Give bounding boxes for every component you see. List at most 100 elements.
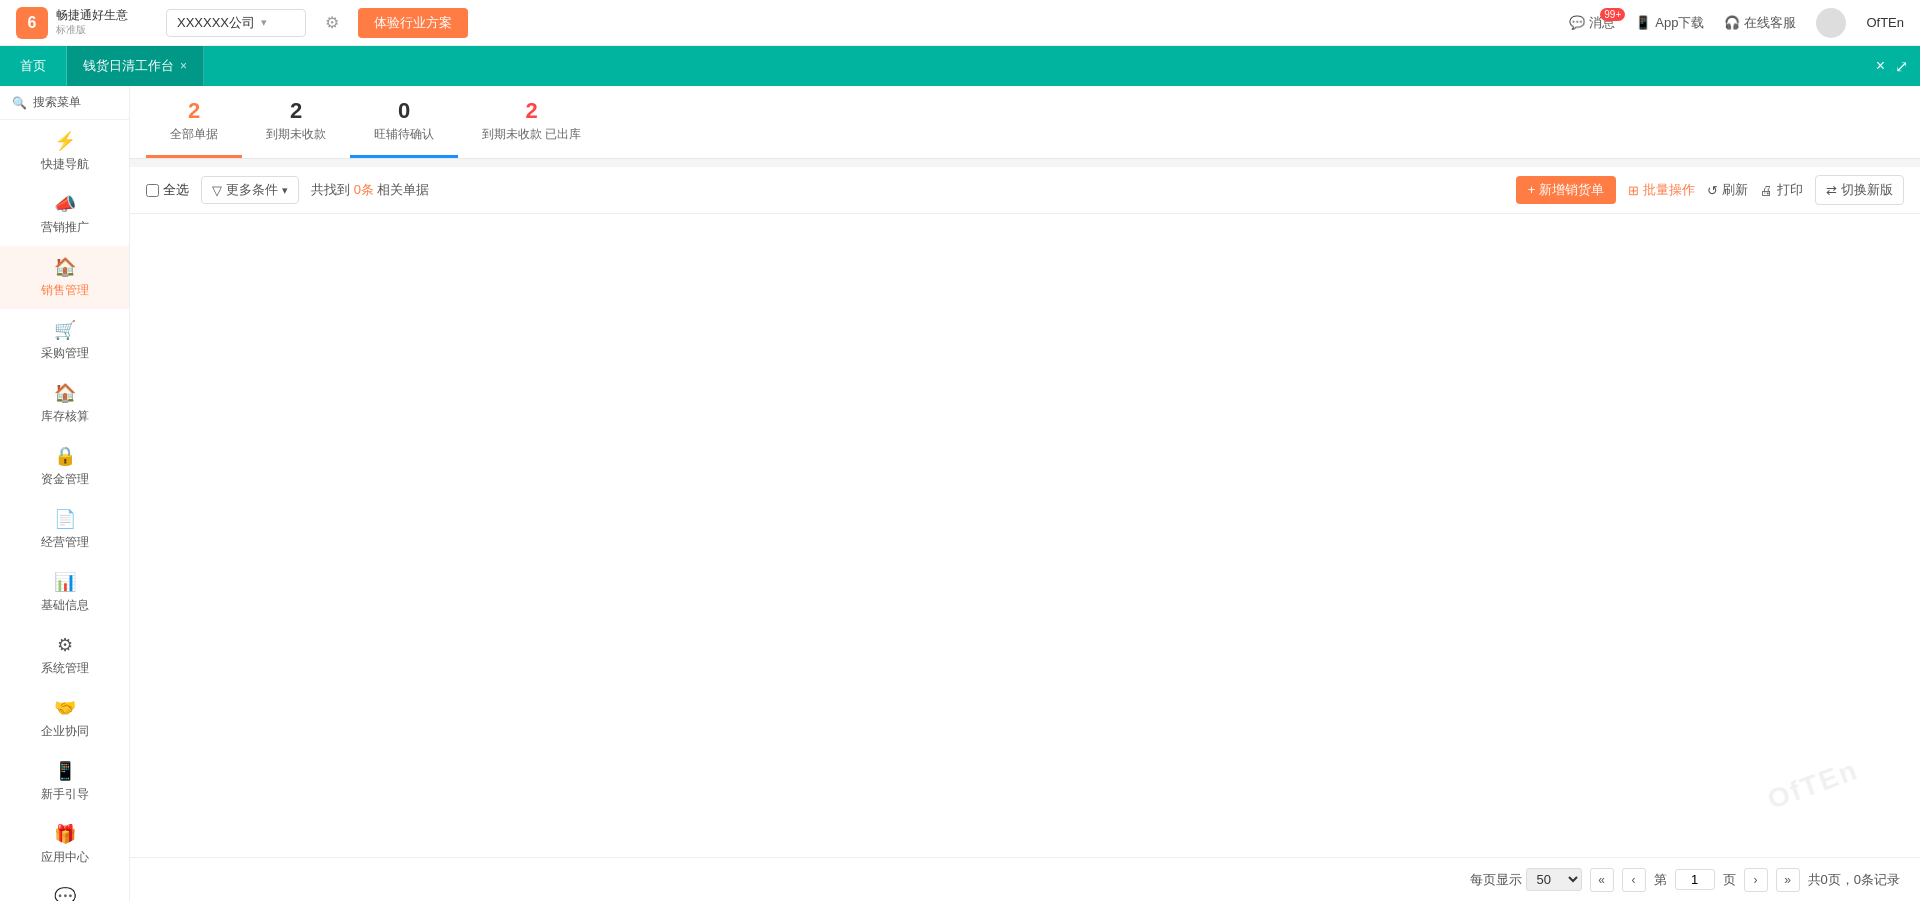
print-icon: 🖨 [1760,183,1773,198]
found-suffix: 相关单据 [377,182,429,197]
batch-action-btn[interactable]: ⊞ 批量操作 [1628,181,1695,199]
stats-label-wangwang: 旺辅待确认 [374,126,434,143]
next-page-button[interactable]: › [1744,868,1768,892]
experience-button[interactable]: 体验行业方案 [358,8,468,38]
main-layout: 🔍 搜索菜单 ⚡ 快捷导航 📣 营销推广 🏠 销售管理 🛒 采购管理 🏠 库存核… [0,86,1920,901]
total-label: 共0页，0条记录 [1808,871,1900,889]
select-all-checkbox[interactable] [146,184,159,197]
app-sub: 标准版 [56,23,128,37]
switch-icon: ⇄ [1826,183,1837,198]
app-download-action[interactable]: 📱 App下载 [1635,14,1704,32]
batch-label: 批量操作 [1643,181,1695,199]
toolbar: 全选 ▽ 更多条件 ▾ 共找到 0条 相关单据 + 新增销货单 ⊞ 批量操作 [130,167,1920,214]
sidebar-item-sales[interactable]: 🏠 销售管理 [0,246,129,309]
stats-tab-overdue-out[interactable]: 2 到期未收款 已出库 [458,86,605,158]
operations-icon: 📄 [54,508,76,530]
refresh-label: 刷新 [1722,181,1748,199]
sidebar-item-label: 企业协同 [41,723,89,740]
stats-num-overdue-out: 2 [482,98,581,124]
sidebar-item-label: 营销推广 [41,219,89,236]
new-sales-button[interactable]: + 新增销货单 [1516,176,1616,204]
sidebar-search[interactable]: 🔍 搜索菜单 [0,86,129,120]
marketing-icon: 📣 [54,193,76,215]
stats-tabs: 2 全部单据 2 到期未收款 0 旺辅待确认 2 到期未收款 已出库 [130,86,1920,159]
refresh-btn[interactable]: ↺ 刷新 [1707,181,1748,199]
stats-label-overdue: 到期未收款 [266,126,326,143]
sidebar-item-operations[interactable]: 📄 经营管理 [0,498,129,561]
print-btn[interactable]: 🖨 打印 [1760,181,1803,199]
sidebar-item-label: 采购管理 [41,345,89,362]
per-page-select[interactable]: 50 100 200 [1526,868,1582,891]
filter-chevron-icon: ▾ [282,184,288,197]
found-prefix: 共找到 [311,182,350,197]
finance-icon: 🔒 [54,445,76,467]
logo-area: 6 畅捷通好生意 标准版 [16,7,146,39]
sidebar-item-guide[interactable]: 📱 新手引导 [0,750,129,813]
found-text: 共找到 0条 相关单据 [311,181,429,199]
batch-icon: ⊞ [1628,183,1639,198]
prev-page-button[interactable]: ‹ [1622,868,1646,892]
appstore-icon: 🎁 [54,823,76,845]
message-icon: 💬 [1569,15,1585,30]
company-selector[interactable]: XXXXXX公司 ▾ [166,9,306,37]
sidebar-item-label: 经营管理 [41,534,89,551]
found-num: 0条 [354,182,374,197]
avatar[interactable] [1816,8,1846,38]
sidebar-item-label: 新手引导 [41,786,89,803]
sidebar-item-purchase[interactable]: 🛒 采购管理 [0,309,129,372]
chevron-down-icon: ▾ [261,16,267,29]
filter-button[interactable]: ▽ 更多条件 ▾ [201,176,299,204]
select-all-label[interactable]: 全选 [146,181,189,199]
page-size-area: 每页显示 50 100 200 [1470,868,1582,891]
search-icon: 🔍 [12,96,27,110]
filter-btn-label: 更多条件 [226,181,278,199]
sidebar-item-basic[interactable]: 📊 基础信息 [0,561,129,624]
sidebar-item-label: 应用中心 [41,849,89,866]
online-service-label: 在线客服 [1744,14,1796,32]
online-service-action[interactable]: 🎧 在线客服 [1724,14,1796,32]
last-page-button[interactable]: » [1776,868,1800,892]
first-page-button[interactable]: « [1590,868,1614,892]
guide-icon: 📱 [54,760,76,782]
page-number-input[interactable] [1675,869,1715,890]
quick-nav-icon: ⚡ [54,130,76,152]
sidebar-item-system[interactable]: ⚙ 系统管理 [0,624,129,687]
switch-version-button[interactable]: ⇄ 切换新版 [1815,175,1904,205]
tab-bar-actions: × ⤢ [1876,46,1920,86]
select-all-text: 全选 [163,181,189,199]
sidebar-item-wechat[interactable]: 💬 企业微信 [0,876,129,901]
sidebar: 🔍 搜索菜单 ⚡ 快捷导航 📣 营销推广 🏠 销售管理 🛒 采购管理 🏠 库存核… [0,86,130,901]
toolbar-right: + 新增销货单 ⊞ 批量操作 ↺ 刷新 🖨 打印 ⇄ 切换新版 [1516,175,1904,205]
settings-icon[interactable]: ⚙ [318,9,346,37]
stats-label-all: 全部单据 [170,126,218,143]
sidebar-item-label: 库存核算 [41,408,89,425]
print-label: 打印 [1777,181,1803,199]
sidebar-item-label: 基础信息 [41,597,89,614]
sidebar-item-marketing[interactable]: 📣 营销推广 [0,183,129,246]
tab-close-icon[interactable]: × [180,59,187,73]
tab-maximize-icon[interactable]: ⤢ [1895,57,1908,76]
page-label: 第 [1654,871,1667,889]
stats-tab-all[interactable]: 2 全部单据 [146,86,242,158]
per-page-label: 每页显示 [1470,871,1522,889]
message-action[interactable]: 💬 消息 99+ [1569,14,1615,32]
tab-minimize-icon[interactable]: × [1876,57,1885,75]
sidebar-item-finance[interactable]: 🔒 资金管理 [0,435,129,498]
sidebar-item-cooperation[interactable]: 🤝 企业协同 [0,687,129,750]
page-suffix: 页 [1723,871,1736,889]
app-name: 畅捷通好生意 [56,8,128,24]
sidebar-item-quick-nav[interactable]: ⚡ 快捷导航 [0,120,129,183]
avatar-name[interactable]: OfTEn [1866,15,1904,30]
service-icon: 🎧 [1724,15,1740,30]
pagination: 每页显示 50 100 200 « ‹ 第 页 › » 共0页，0条记录 [130,857,1920,901]
tab-home[interactable]: 首页 [0,46,67,86]
switch-label: 切换新版 [1841,181,1893,199]
sidebar-item-label: 快捷导航 [41,156,89,173]
sidebar-search-label: 搜索菜单 [33,94,81,111]
stats-num-all: 2 [170,98,218,124]
sidebar-item-appstore[interactable]: 🎁 应用中心 [0,813,129,876]
stats-tab-wangwang[interactable]: 0 旺辅待确认 [350,86,458,158]
sidebar-item-inventory[interactable]: 🏠 库存核算 [0,372,129,435]
stats-tab-overdue[interactable]: 2 到期未收款 [242,86,350,158]
tab-workbench[interactable]: 钱货日清工作台 × [67,46,204,86]
